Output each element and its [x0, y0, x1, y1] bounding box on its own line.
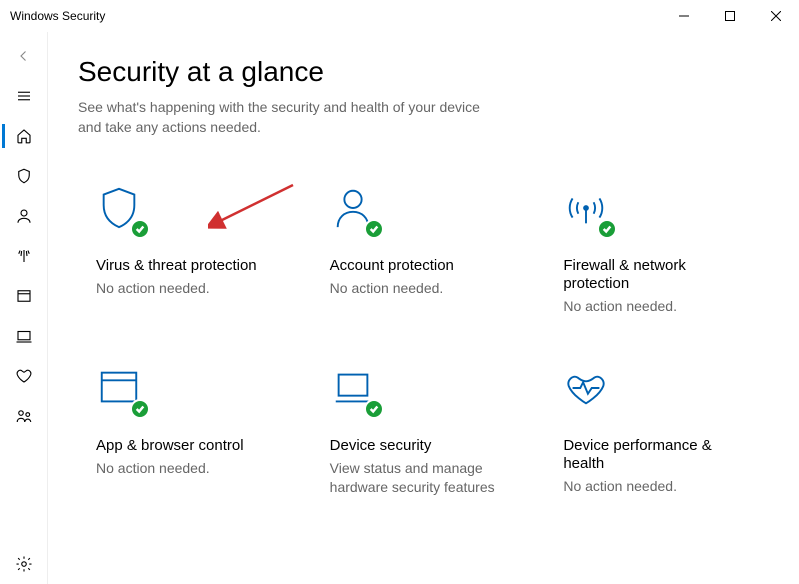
check-badge-icon [597, 219, 617, 239]
back-button[interactable] [2, 36, 46, 76]
tile-status: No action needed. [96, 279, 284, 297]
window-title: Windows Security [10, 9, 105, 23]
tile-firewall[interactable]: Firewall & network protection No action … [545, 169, 769, 339]
nav-settings[interactable] [2, 544, 46, 584]
tile-status: No action needed. [563, 477, 751, 495]
page-title: Security at a glance [78, 56, 769, 88]
tile-virus-threat[interactable]: Virus & threat protection No action need… [78, 169, 302, 339]
nav-account-protection[interactable] [2, 196, 46, 236]
nav-device-performance[interactable] [2, 356, 46, 396]
close-button[interactable] [753, 0, 799, 32]
sidebar [0, 32, 48, 584]
heart-pulse-icon [563, 365, 615, 417]
title-bar: Windows Security [0, 0, 799, 32]
antenna-icon [563, 185, 615, 237]
tile-grid: Virus & threat protection No action need… [78, 169, 769, 520]
check-badge-icon [130, 399, 150, 419]
tile-title: Device security [330, 437, 518, 455]
nav-home[interactable] [2, 116, 46, 156]
window-icon [96, 365, 148, 417]
nav-family-options[interactable] [2, 396, 46, 436]
tile-title: Account protection [330, 257, 518, 275]
laptop-icon [330, 365, 382, 417]
check-badge-icon [364, 219, 384, 239]
person-icon [330, 185, 382, 237]
tile-app-browser[interactable]: App & browser control No action needed. [78, 349, 302, 519]
window-controls [661, 0, 799, 32]
shield-icon [96, 185, 148, 237]
nav-virus-threat[interactable] [2, 156, 46, 196]
tile-account-protection[interactable]: Account protection No action needed. [312, 169, 536, 339]
nav-device-security[interactable] [2, 316, 46, 356]
nav-app-browser[interactable] [2, 276, 46, 316]
tile-device-performance[interactable]: Device performance & health No action ne… [545, 349, 769, 519]
page-subtitle: See what's happening with the security a… [78, 98, 498, 137]
tile-device-security[interactable]: Device security View status and manage h… [312, 349, 536, 519]
tile-title: Device performance & health [563, 437, 751, 473]
tile-status: View status and manage hardware security… [330, 459, 518, 495]
check-badge-icon [364, 399, 384, 419]
tile-status: No action needed. [563, 297, 751, 315]
nav-firewall[interactable] [2, 236, 46, 276]
tile-title: App & browser control [96, 437, 284, 455]
check-badge-icon [130, 219, 150, 239]
tile-title: Firewall & network protection [563, 257, 751, 293]
tile-status: No action needed. [330, 279, 518, 297]
menu-button[interactable] [2, 76, 46, 116]
minimize-button[interactable] [661, 0, 707, 32]
tile-title: Virus & threat protection [96, 257, 284, 275]
main-content: Security at a glance See what's happenin… [48, 32, 799, 584]
tile-status: No action needed. [96, 459, 284, 477]
maximize-button[interactable] [707, 0, 753, 32]
